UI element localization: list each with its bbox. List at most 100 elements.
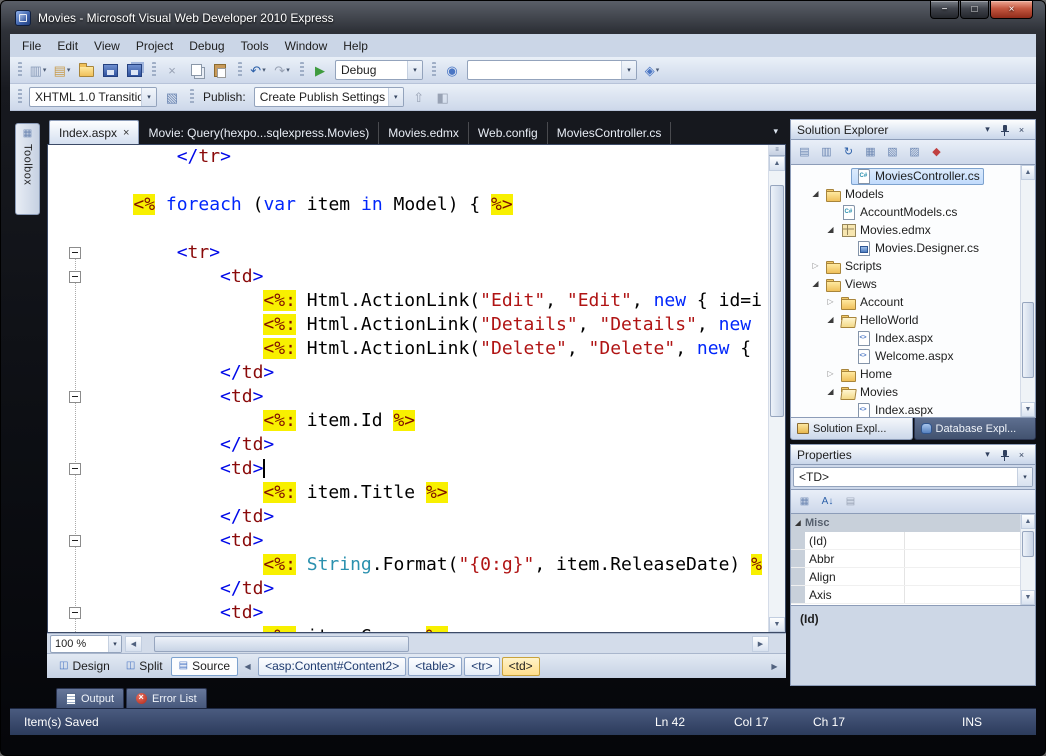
property-row-abbr[interactable]: Abbr [791, 550, 1020, 568]
toolbar-grip-handle[interactable] [432, 62, 436, 78]
breadcrumb-tag-tr[interactable]: <tr> [464, 657, 499, 676]
property-row-axis[interactable]: Axis [791, 586, 1020, 604]
target-schema-combo[interactable]: XHTML 1.0 Transition▾ [29, 87, 157, 107]
toolbar-grip-handle[interactable] [18, 89, 22, 105]
publish-profile-combo[interactable]: Create Publish Settings▾ [254, 87, 404, 107]
collapse-arrow-icon[interactable]: ◢ [825, 316, 836, 324]
menu-debug[interactable]: Debug [181, 36, 232, 56]
menu-project[interactable]: Project [128, 36, 181, 56]
scroll-down-icon[interactable]: ▼ [1021, 590, 1035, 605]
breadcrumb-left-icon[interactable]: ◀ [240, 657, 255, 676]
tree-item-movies-designer-cs[interactable]: Movies.Designer.cs [791, 239, 1020, 257]
source-view-button[interactable]: ▤Source [171, 657, 238, 676]
code-line[interactable]: <%: item.Id %> [48, 409, 768, 433]
properties-titlebar[interactable]: Properties ▾ × [790, 444, 1036, 465]
panel-tab-output[interactable]: Output [56, 688, 124, 708]
property-pages-icon[interactable]: ▤ [841, 492, 860, 511]
code-line[interactable]: <%: Html.ActionLink("Delete", "Delete", … [48, 337, 768, 361]
scroll-right-icon[interactable]: ▶ [752, 636, 769, 652]
window-position-icon[interactable]: ▾ [980, 447, 995, 462]
split-view-button[interactable]: ◫Split [118, 657, 171, 676]
vertical-scroll-track[interactable] [769, 171, 785, 617]
fold-collapse-icon[interactable] [69, 247, 81, 259]
start-debugging-icon[interactable]: ▶ [309, 59, 331, 81]
vertical-scroll-thumb[interactable] [770, 185, 784, 417]
breadcrumb-tag-asp-content-content2[interactable]: <asp:Content#Content2> [258, 657, 406, 676]
toolbar-grip-handle[interactable] [18, 62, 22, 78]
tree-item-movies-edmx[interactable]: ◢Movies.edmx [791, 221, 1020, 239]
fold-collapse-icon[interactable] [69, 391, 81, 403]
code-line[interactable]: <td> [48, 265, 768, 289]
property-row-id[interactable]: (Id) [791, 532, 1020, 550]
scroll-left-icon[interactable]: ◀ [125, 636, 142, 652]
code-line[interactable]: <%: item.Title %> [48, 481, 768, 505]
solution-explorer-titlebar[interactable]: Solution Explorer ▾ × [790, 119, 1036, 140]
tree-item-helloworld[interactable]: ◢HelloWorld [791, 311, 1020, 329]
redo-icon[interactable]: ↷▾ [271, 59, 293, 81]
panel-tab-database-expl[interactable]: Database Expl... [914, 418, 1037, 440]
code-line[interactable]: </tr> [48, 145, 768, 169]
panel-tab-error-list[interactable]: Error List [126, 688, 207, 708]
find-combo[interactable]: ▾ [467, 60, 637, 80]
toolbar-grip-handle[interactable] [190, 89, 194, 105]
code-line[interactable]: <td> [48, 385, 768, 409]
tree-item-home[interactable]: ▷Home [791, 365, 1020, 383]
find-in-files-icon[interactable]: ◈▾ [641, 59, 663, 81]
view-designer-icon[interactable]: ▨ [905, 143, 924, 162]
save-all-icon[interactable] [123, 59, 145, 81]
code-line[interactable]: <% foreach (var item in Model) { %> [48, 193, 768, 217]
code-line[interactable]: <tr> [48, 241, 768, 265]
doc-tab-movies-edmx[interactable]: Movies.edmx [379, 122, 469, 144]
menu-help[interactable]: Help [335, 36, 376, 56]
scroll-down-icon[interactable]: ▼ [1021, 402, 1035, 417]
close-panel-icon[interactable]: × [1014, 122, 1029, 137]
grid-scroll-track[interactable] [1021, 529, 1035, 590]
solution-configurations-combo[interactable]: Debug▾ [335, 60, 423, 80]
maximize-button[interactable]: □ [960, 1, 989, 19]
doc-tab-index-aspx[interactable]: Index.aspx× [49, 120, 139, 144]
editor-splitter-handle[interactable]: ≡ [769, 145, 785, 156]
code-line[interactable]: </td> [48, 361, 768, 385]
tree-item-scripts[interactable]: ▷Scripts [791, 257, 1020, 275]
code-line[interactable]: <%: item.Genre %> [48, 625, 768, 632]
save-icon[interactable] [99, 59, 121, 81]
menu-edit[interactable]: Edit [49, 36, 86, 56]
tree-scroll-track[interactable] [1021, 180, 1035, 402]
expand-arrow-icon[interactable]: ▷ [825, 370, 836, 378]
new-web-site-icon[interactable]: ▥▾ [27, 59, 49, 81]
properties-icon[interactable]: ▤ [795, 143, 814, 162]
add-new-item-icon[interactable]: ▤▾ [51, 59, 73, 81]
collapse-arrow-icon[interactable]: ◢ [825, 226, 836, 234]
code-line[interactable] [48, 217, 768, 241]
menu-window[interactable]: Window [277, 36, 336, 56]
undo-icon[interactable]: ↶▾ [247, 59, 269, 81]
code-line[interactable]: <td> [48, 529, 768, 553]
expand-arrow-icon[interactable]: ▷ [810, 262, 821, 270]
paste-icon[interactable] [209, 59, 231, 81]
code-line[interactable]: </td> [48, 577, 768, 601]
tree-scrollbar[interactable]: ▲ ▼ [1020, 165, 1035, 417]
tree-item-views[interactable]: ◢Views [791, 275, 1020, 293]
toolbar-grip-handle[interactable] [238, 62, 242, 78]
breadcrumb-right-icon[interactable]: ▶ [767, 657, 782, 676]
close-tab-icon[interactable]: × [123, 127, 129, 139]
scroll-up-icon[interactable]: ▲ [769, 156, 785, 171]
zoom-combo[interactable]: 100 % ▾ [50, 635, 122, 653]
copy-icon[interactable] [185, 59, 207, 81]
tree-item-welcome-aspx[interactable]: Welcome.aspx [791, 347, 1020, 365]
toolbar-grip-handle[interactable] [152, 62, 156, 78]
design-view-button[interactable]: ◫Design [51, 657, 118, 676]
expand-arrow-icon[interactable]: ▷ [825, 298, 836, 306]
fold-collapse-icon[interactable] [69, 271, 81, 283]
close-panel-icon[interactable]: × [1014, 447, 1029, 462]
tree-scroll-thumb[interactable] [1022, 302, 1034, 377]
menu-tools[interactable]: Tools [233, 36, 277, 56]
view-code-icon[interactable]: ▧ [883, 143, 902, 162]
tree-item-movies[interactable]: ◢Movies [791, 383, 1020, 401]
tree-item-index-aspx[interactable]: Index.aspx [791, 401, 1020, 417]
property-row-align[interactable]: Align [791, 568, 1020, 586]
browse-with-icon[interactable]: ◉ [441, 59, 463, 81]
toolbar-grip-handle[interactable] [300, 62, 304, 78]
close-button[interactable]: × [990, 1, 1033, 19]
scroll-up-icon[interactable]: ▲ [1021, 514, 1035, 529]
